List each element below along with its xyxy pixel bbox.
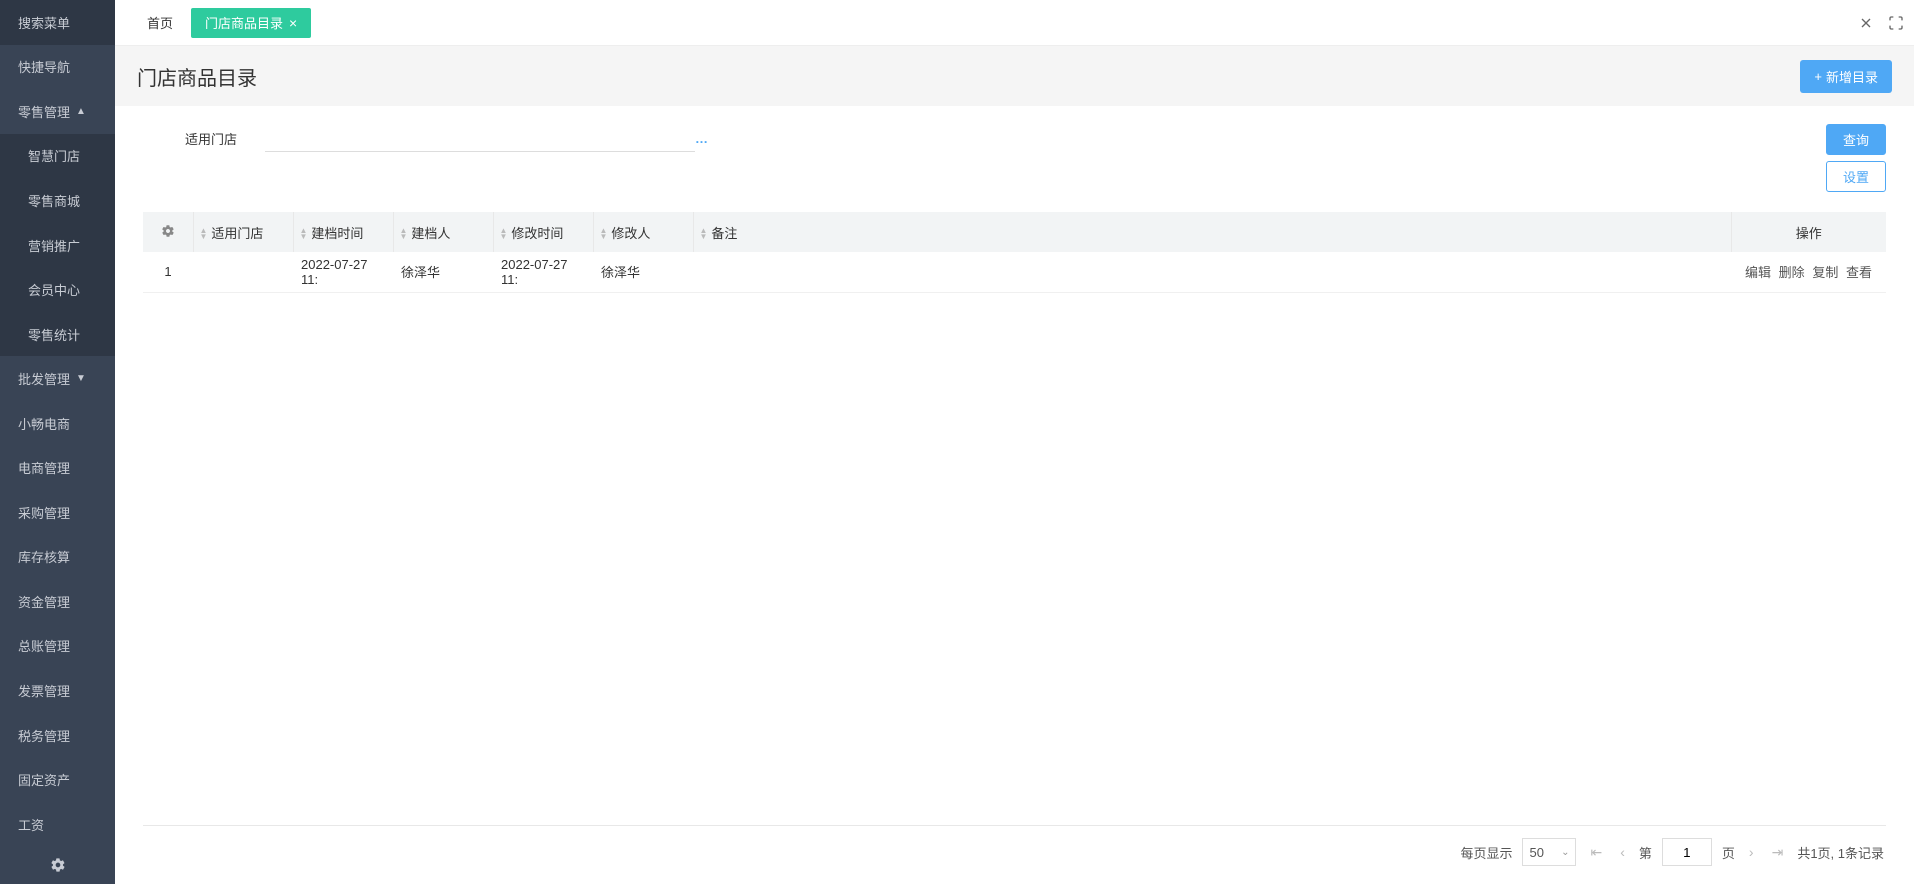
sidebar-item-retail-mgmt[interactable]: 零售管理 ▲ <box>0 89 115 134</box>
column-action: 操作 <box>1731 212 1886 252</box>
column-remark[interactable]: ▲▼备注 <box>693 212 1731 252</box>
sort-icon: ▲▼ <box>700 228 708 240</box>
cell-create-time: 2022-07-27 11: <box>293 252 393 292</box>
pager-next-button[interactable]: › <box>1745 844 1758 860</box>
sidebar-item-wholesale-mgmt[interactable]: 批发管理 ▼ <box>0 356 115 401</box>
sidebar: 搜索菜单 快捷导航 零售管理 ▲ 智慧门店 零售商城 营销推广 会员中心 零售统… <box>0 0 115 884</box>
pagination: 每页显示 50 ⌄ ⇤ ‹ 第 页 › ⇥ 共1页, 1条记录 <box>1460 838 1884 866</box>
pagination-summary: 共1页, 1条记录 <box>1797 843 1884 862</box>
filter-row: 适用门店 … 查询 设置 <box>115 106 1914 198</box>
sidebar-sub-retail-stats[interactable]: 零售统计 <box>0 312 115 357</box>
page-prefix-label: 第 <box>1639 843 1652 862</box>
sidebar-item-quick-nav[interactable]: 快捷导航 <box>0 45 115 90</box>
table-row[interactable]: 1 2022-07-27 11: 徐泽华 2022-07-27 11: 徐泽华 … <box>143 252 1886 292</box>
close-icon[interactable]: × <box>289 15 297 31</box>
sidebar-sub-smart-store[interactable]: 智慧门店 <box>0 134 115 179</box>
filter-settings-button[interactable]: 设置 <box>1826 161 1886 192</box>
chevron-down-icon: ⌄ <box>1561 847 1569 858</box>
gear-icon <box>161 224 175 238</box>
sidebar-item-xiaochang-ecom[interactable]: 小畅电商 <box>0 401 115 446</box>
x-icon <box>1858 15 1874 31</box>
pager-first-button[interactable]: ⇤ <box>1586 844 1606 861</box>
tab-home[interactable]: 首页 <box>133 8 187 38</box>
sidebar-item-ledger-mgmt[interactable]: 总账管理 <box>0 624 115 669</box>
action-delete[interactable]: 删除 <box>1779 265 1805 280</box>
column-creator[interactable]: ▲▼建档人 <box>393 212 493 252</box>
close-all-button[interactable] <box>1858 15 1874 31</box>
sidebar-item-salary[interactable]: 工资 <box>0 802 115 847</box>
pager-prev-button[interactable]: ‹ <box>1616 844 1629 860</box>
cell-actions: 编辑 删除 复制 查看 <box>1731 252 1886 292</box>
cell-store <box>193 252 293 292</box>
sidebar-sub-retail-mall[interactable]: 零售商城 <box>0 178 115 223</box>
content-header: 门店商品目录 + 新增目录 <box>115 46 1914 106</box>
fullscreen-button[interactable] <box>1888 15 1904 31</box>
column-modifier[interactable]: ▲▼修改人 <box>593 212 693 252</box>
page-suffix-label: 页 <box>1722 843 1735 862</box>
filter-label-store: 适用门店 <box>143 129 237 148</box>
per-page-label: 每页显示 <box>1460 843 1512 862</box>
cell-remark <box>693 252 1731 292</box>
cell-modifier: 徐泽华 <box>593 252 693 292</box>
cell-modify-time: 2022-07-27 11: <box>493 252 593 292</box>
table-wrap: ▲▼适用门店 ▲▼建档时间 ▲▼建档人 ▲▼修改时间 ▲▼修改人 ▲▼备注 操作… <box>115 198 1914 307</box>
caret-down-icon: ▼ <box>76 373 86 384</box>
sidebar-item-inventory[interactable]: 库存核算 <box>0 535 115 580</box>
sidebar-item-fixed-assets[interactable]: 固定资产 <box>0 757 115 802</box>
expand-icon <box>1888 15 1904 31</box>
sidebar-item-funds-mgmt[interactable]: 资金管理 <box>0 579 115 624</box>
sidebar-item-search-menu[interactable]: 搜索菜单 <box>0 0 115 45</box>
gear-icon <box>50 857 66 873</box>
lookup-button[interactable]: … <box>695 131 709 146</box>
store-filter-input[interactable] <box>265 124 695 152</box>
sort-icon: ▲▼ <box>500 228 508 240</box>
sort-icon: ▲▼ <box>600 228 608 240</box>
divider <box>143 825 1886 826</box>
caret-up-icon: ▲ <box>76 106 86 117</box>
page-number-input[interactable] <box>1662 838 1712 866</box>
sort-icon: ▲▼ <box>200 228 208 240</box>
query-button[interactable]: 查询 <box>1826 124 1886 155</box>
column-settings-header[interactable] <box>143 212 193 252</box>
cell-index: 1 <box>143 252 193 292</box>
sidebar-sub-marketing[interactable]: 营销推广 <box>0 223 115 268</box>
cell-creator: 徐泽华 <box>393 252 493 292</box>
sidebar-item-invoice-mgmt[interactable]: 发票管理 <box>0 668 115 713</box>
sort-icon: ▲▼ <box>300 228 308 240</box>
page-size-select[interactable]: 50 ⌄ <box>1522 838 1576 866</box>
action-view[interactable]: 查看 <box>1846 265 1872 280</box>
sort-icon: ▲▼ <box>400 228 408 240</box>
tab-store-catalog[interactable]: 门店商品目录 × <box>191 8 311 38</box>
sidebar-sub-member-center[interactable]: 会员中心 <box>0 267 115 312</box>
sidebar-item-purchase-mgmt[interactable]: 采购管理 <box>0 490 115 535</box>
action-edit[interactable]: 编辑 <box>1745 265 1771 280</box>
tabs-bar: 首页 门店商品目录 × <box>115 0 1914 46</box>
column-create-time[interactable]: ▲▼建档时间 <box>293 212 393 252</box>
sidebar-settings-button[interactable] <box>0 846 115 884</box>
catalog-table: ▲▼适用门店 ▲▼建档时间 ▲▼建档人 ▲▼修改时间 ▲▼修改人 ▲▼备注 操作… <box>143 212 1886 293</box>
sidebar-item-ecom-mgmt[interactable]: 电商管理 <box>0 445 115 490</box>
sidebar-item-tax-mgmt[interactable]: 税务管理 <box>0 713 115 758</box>
add-catalog-button[interactable]: + 新增目录 <box>1800 60 1892 93</box>
pager-last-button[interactable]: ⇥ <box>1768 844 1788 861</box>
page-title: 门店商品目录 <box>137 62 257 91</box>
plus-icon: + <box>1814 69 1822 84</box>
action-copy[interactable]: 复制 <box>1812 265 1838 280</box>
column-modify-time[interactable]: ▲▼修改时间 <box>493 212 593 252</box>
column-store[interactable]: ▲▼适用门店 <box>193 212 293 252</box>
